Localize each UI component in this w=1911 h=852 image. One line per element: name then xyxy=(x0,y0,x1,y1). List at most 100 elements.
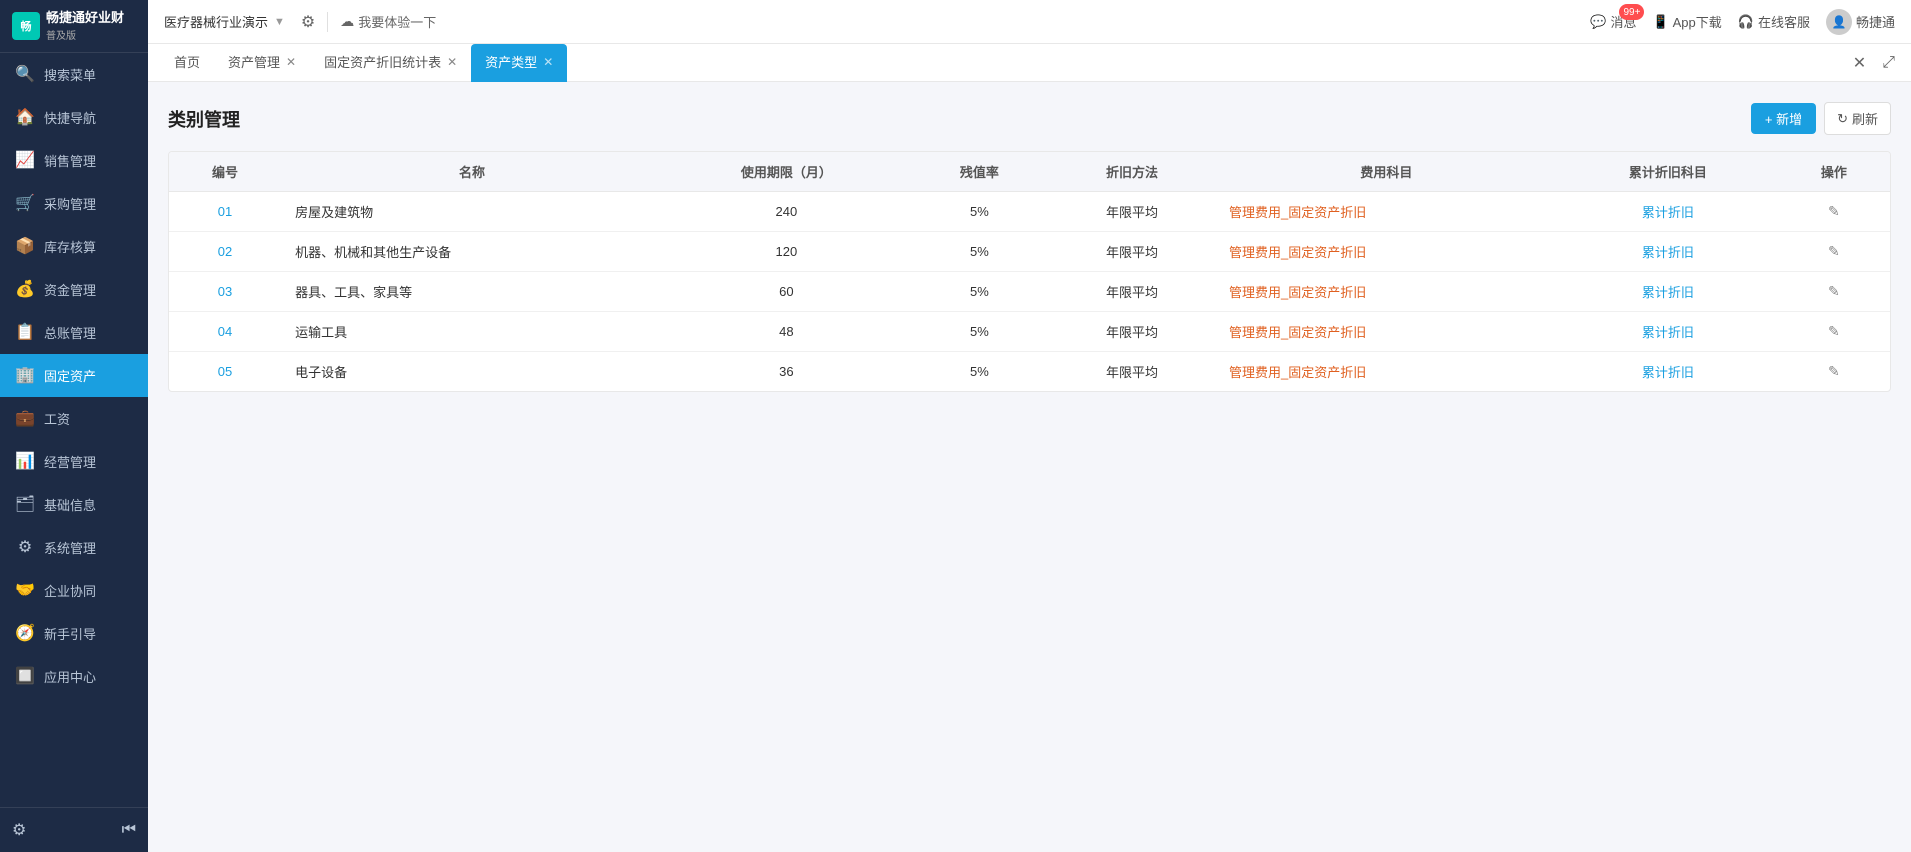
experience-button[interactable]: ☁ 我要体验一下 xyxy=(340,12,436,31)
sidebar-icon-3: 🛒 xyxy=(16,194,34,212)
cell-residual-2: 5% xyxy=(910,272,1049,312)
close-tab-icon[interactable]: ✕ xyxy=(1849,49,1870,77)
sidebar: 畅 畅捷通好业财 普及版 🔍搜索菜单🏠快捷导航📈销售管理🛒采购管理📦库存核算💰资… xyxy=(0,0,148,852)
app-download-label: App下载 xyxy=(1673,12,1722,31)
module-selector[interactable]: 医疗器械行业演示 ▼ xyxy=(164,12,285,31)
cell-code-3: 04 xyxy=(169,312,281,352)
cell-accu-0: 累计折旧 xyxy=(1558,192,1778,232)
tabsbar-actions: ✕ ⤢ xyxy=(1849,49,1899,77)
cell-action-2: ✎ xyxy=(1778,272,1890,312)
col-header-0: 编号 xyxy=(169,152,281,192)
sidebar-item-系统管理[interactable]: ⚙系统管理 xyxy=(0,526,148,569)
table-row: 01 房屋及建筑物 240 5% 年限平均 管理费用_固定资产折旧 累计折旧 ✎ xyxy=(169,192,1890,232)
refresh-button[interactable]: ↻ 刷新 xyxy=(1824,102,1891,135)
sidebar-icon-8: 💼 xyxy=(16,409,34,427)
tab-0[interactable]: 首页 xyxy=(160,44,214,82)
edit-icon-2[interactable]: ✎ xyxy=(1828,283,1840,299)
tab-3[interactable]: 资产类型 ✕ xyxy=(471,44,567,82)
sidebar-item-快捷导航[interactable]: 🏠快捷导航 xyxy=(0,96,148,139)
edit-icon-0[interactable]: ✎ xyxy=(1828,203,1840,219)
refresh-icon: ↻ xyxy=(1837,111,1848,127)
cell-code-2: 03 xyxy=(169,272,281,312)
settings-icon[interactable]: ⚙ xyxy=(8,816,30,844)
message-button[interactable]: 💬 消息 99+ xyxy=(1590,12,1636,31)
sidebar-item-企业协同[interactable]: 🤝企业协同 xyxy=(0,569,148,612)
topbar: 医疗器械行业演示 ▼ ⚙ ☁ 我要体验一下 💬 消息 99+ 📱 App下载 🎧… xyxy=(148,0,1911,44)
cell-residual-4: 5% xyxy=(910,352,1049,392)
sidebar-bottom: ⚙ ⏮ xyxy=(0,807,148,852)
cell-accu-2: 累计折旧 xyxy=(1558,272,1778,312)
cell-action-4: ✎ xyxy=(1778,352,1890,392)
table-row: 04 运输工具 48 5% 年限平均 管理费用_固定资产折旧 累计折旧 ✎ xyxy=(169,312,1890,352)
sidebar-logo: 畅 畅捷通好业财 普及版 xyxy=(0,0,148,53)
topbar-settings-icon[interactable]: ⚙ xyxy=(301,12,315,32)
cell-period-2: 60 xyxy=(663,272,910,312)
sidebar-item-搜索菜单[interactable]: 🔍搜索菜单 xyxy=(0,53,148,96)
sidebar-icon-14: 🔲 xyxy=(16,667,34,685)
sidebar-item-资金管理[interactable]: 💰资金管理 xyxy=(0,268,148,311)
tab-2[interactable]: 固定资产折旧统计表✕ xyxy=(310,44,471,82)
cell-action-1: ✎ xyxy=(1778,232,1890,272)
message-badge: 99+ xyxy=(1619,4,1644,20)
username: 畅捷通 xyxy=(1856,12,1895,31)
category-table: 编号名称使用期限（月）残值率折旧方法费用科目累计折旧科目操作 01 房屋及建筑物… xyxy=(168,151,1891,392)
tabsbar: 首页资产管理✕固定资产折旧统计表✕资产类型✕ ✕ ⤢ xyxy=(148,44,1911,82)
sidebar-item-经营管理[interactable]: 📊经营管理 xyxy=(0,440,148,483)
cell-name-2: 器具、工具、家具等 xyxy=(281,272,663,312)
cell-method-4: 年限平均 xyxy=(1049,352,1215,392)
cell-expense-2: 管理费用_固定资产折旧 xyxy=(1215,272,1558,312)
main-area: 医疗器械行业演示 ▼ ⚙ ☁ 我要体验一下 💬 消息 99+ 📱 App下载 🎧… xyxy=(148,0,1911,852)
tab-label-3: 资产类型 xyxy=(485,52,537,71)
sidebar-icon-2: 📈 xyxy=(16,151,34,169)
cell-code-0: 01 xyxy=(169,192,281,232)
table-row: 03 器具、工具、家具等 60 5% 年限平均 管理费用_固定资产折旧 累计折旧… xyxy=(169,272,1890,312)
new-button[interactable]: + 新增 xyxy=(1751,103,1816,134)
sidebar-icon-4: 📦 xyxy=(16,237,34,255)
cell-method-0: 年限平均 xyxy=(1049,192,1215,232)
phone-icon: 📱 xyxy=(1652,14,1668,30)
tab-1[interactable]: 资产管理 ✕ xyxy=(214,44,310,82)
collapse-icon[interactable]: ⏮ xyxy=(118,817,140,843)
topbar-divider xyxy=(327,12,328,32)
maximize-icon[interactable]: ⤢ xyxy=(1878,50,1899,76)
tab-close-2[interactable]: ✕ xyxy=(447,55,457,69)
sidebar-item-采购管理[interactable]: 🛒采购管理 xyxy=(0,182,148,225)
col-header-2: 使用期限（月） xyxy=(663,152,910,192)
edit-icon-3[interactable]: ✎ xyxy=(1828,323,1840,339)
edit-icon-4[interactable]: ✎ xyxy=(1828,363,1840,379)
col-header-4: 折旧方法 xyxy=(1049,152,1215,192)
cloud-icon: ☁ xyxy=(340,13,354,30)
sidebar-item-基础信息[interactable]: 🗂基础信息 xyxy=(0,483,148,526)
sidebar-item-应用中心[interactable]: 🔲应用中心 xyxy=(0,655,148,698)
edit-icon-1[interactable]: ✎ xyxy=(1828,243,1840,259)
sidebar-item-总账管理[interactable]: 📋总账管理 xyxy=(0,311,148,354)
avatar: 👤 xyxy=(1826,9,1852,35)
sidebar-nav: 🔍搜索菜单🏠快捷导航📈销售管理🛒采购管理📦库存核算💰资金管理📋总账管理🏢固定资产… xyxy=(0,53,148,807)
table-header-row: 编号名称使用期限（月）残值率折旧方法费用科目累计折旧科目操作 xyxy=(169,152,1890,192)
sidebar-item-销售管理[interactable]: 📈销售管理 xyxy=(0,139,148,182)
sidebar-icon-5: 💰 xyxy=(16,280,34,298)
cell-accu-4: 累计折旧 xyxy=(1558,352,1778,392)
sidebar-item-工资[interactable]: 💼工资 xyxy=(0,397,148,440)
sidebar-icon-0: 🔍 xyxy=(16,65,34,83)
app-logo-icon: 畅 xyxy=(12,12,40,40)
sidebar-item-固定资产[interactable]: 🏢固定资产 xyxy=(0,354,148,397)
col-header-1: 名称 xyxy=(281,152,663,192)
sidebar-item-新手引导[interactable]: 🧭新手引导 xyxy=(0,612,148,655)
col-header-5: 费用科目 xyxy=(1215,152,1558,192)
cell-residual-3: 5% xyxy=(910,312,1049,352)
customer-service-button[interactable]: 🎧 在线客服 xyxy=(1738,12,1810,31)
headset-icon: 🎧 xyxy=(1738,14,1754,30)
sidebar-item-库存核算[interactable]: 📦库存核算 xyxy=(0,225,148,268)
cell-period-1: 120 xyxy=(663,232,910,272)
tab-label-1: 资产管理 xyxy=(228,52,280,71)
tab-close-1[interactable]: ✕ xyxy=(286,55,296,69)
cell-action-3: ✎ xyxy=(1778,312,1890,352)
tab-close-3[interactable]: ✕ xyxy=(543,55,553,69)
cell-accu-1: 累计折旧 xyxy=(1558,232,1778,272)
user-profile[interactable]: 👤 畅捷通 xyxy=(1826,9,1895,35)
table-row: 05 电子设备 36 5% 年限平均 管理费用_固定资产折旧 累计折旧 ✎ xyxy=(169,352,1890,392)
col-header-3: 残值率 xyxy=(910,152,1049,192)
cell-code-1: 02 xyxy=(169,232,281,272)
app-download-button[interactable]: 📱 App下载 xyxy=(1652,12,1721,31)
